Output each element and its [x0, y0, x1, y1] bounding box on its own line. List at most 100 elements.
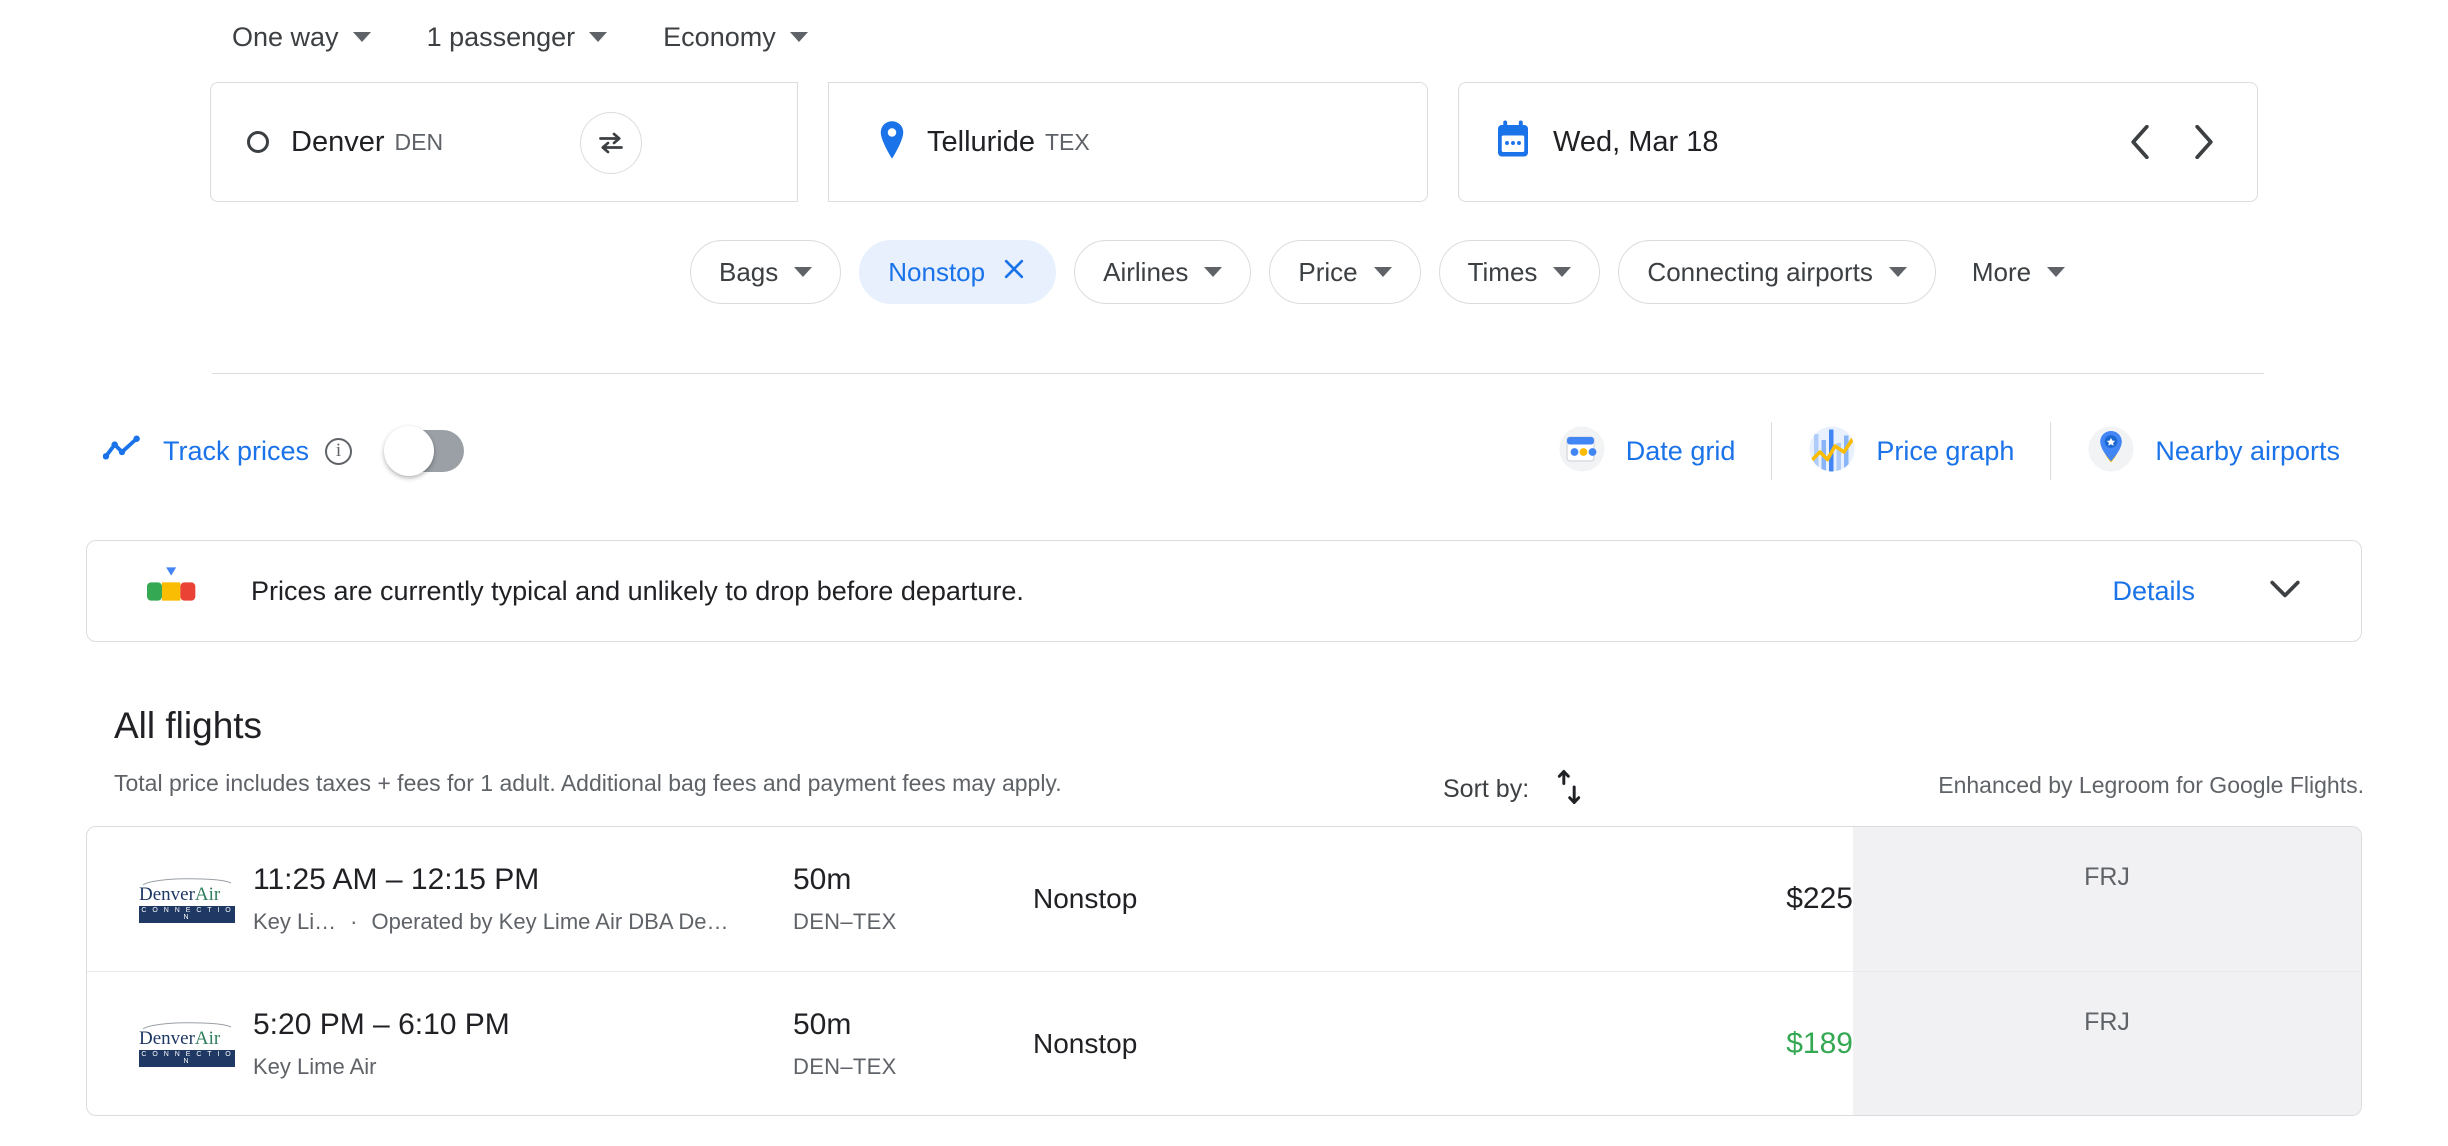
page-title: All flights	[114, 705, 263, 746]
status-badge: FRJ	[2084, 863, 2130, 891]
filter-chip-connecting-airports[interactable]: Connecting airports	[1618, 240, 1936, 304]
departure-date-input[interactable]: Wed, Mar 18	[1458, 82, 2258, 202]
airline-name: Key Lime Air	[253, 1053, 377, 1079]
flight-price: $189	[1786, 1026, 1853, 1060]
view-tools-group: Date grid Price graph Nearby airports	[1522, 406, 2376, 496]
flight-duration: 50m	[793, 863, 852, 896]
nearby-airports-button[interactable]: Nearby airports	[2051, 422, 2376, 480]
chip-label: Bags	[719, 256, 779, 287]
date-grid-label: Date grid	[1625, 435, 1736, 466]
separator-dot: ·	[350, 909, 358, 934]
track-prices-label[interactable]: Track prices	[163, 436, 309, 467]
flight-duration: 50m	[793, 1007, 852, 1041]
sort-by-button[interactable]: Sort by:	[1443, 768, 1583, 811]
toggle-knob	[384, 426, 435, 476]
flight-stops-cell: Nonstop	[1033, 1028, 1573, 1060]
nearby-airports-icon	[2087, 425, 2135, 478]
swap-arrows-icon	[599, 132, 623, 154]
tools-row: Track prices i Date grid Price graph Nea…	[0, 406, 2448, 496]
chevron-down-icon	[2269, 579, 2301, 604]
results-subtitle: Total price includes taxes + fees for 1 …	[114, 770, 1062, 796]
destination-code: TEX	[1045, 128, 1090, 155]
info-icon[interactable]: i	[325, 437, 353, 465]
logo-secondary: Air	[194, 1028, 221, 1049]
nearby-airports-label: Nearby airports	[2155, 435, 2340, 466]
legroom-badge-panel: FRJ	[1853, 827, 2361, 971]
chip-label: Airlines	[1103, 256, 1189, 287]
filter-chip-times[interactable]: Times	[1438, 240, 1601, 304]
search-fields-row: Denver DEN Telluride TEX Wed, Mar 18	[210, 82, 2258, 202]
chevron-down-icon	[589, 32, 608, 42]
flight-times: 5:20 PM – 6:10 PM	[253, 1007, 510, 1041]
cabin-class-label: Economy	[663, 21, 776, 52]
cabin-class-selector[interactable]: Economy	[663, 22, 808, 53]
chip-label: Connecting airports	[1647, 256, 1873, 287]
filter-chip-more[interactable]: More	[1954, 240, 2083, 304]
flight-stops-cell: Nonstop	[1033, 883, 1573, 915]
price-insight-banner[interactable]: Prices are currently typical and unlikel…	[86, 540, 2362, 642]
sort-arrows-icon	[1555, 768, 1583, 811]
chip-label: Times	[1467, 256, 1538, 287]
table-row[interactable]: DenverAir C O N N E C T I O N 11:25 AM –…	[87, 827, 2361, 971]
track-prices-toggle[interactable]	[384, 426, 465, 476]
trip-options-bar: One way 1 passenger Economy	[232, 10, 808, 64]
legroom-badge-panel: FRJ	[1853, 972, 2361, 1115]
flight-airline-line: Key Lime Air	[253, 1054, 793, 1080]
section-divider	[212, 373, 2264, 374]
swap-origin-destination-button[interactable]	[580, 112, 642, 174]
date-grid-icon	[1558, 425, 1606, 478]
chevron-down-icon	[1204, 267, 1223, 277]
destination-city: Telluride	[927, 125, 1035, 158]
enhanced-by-legroom-note: Enhanced by Legroom for Google Flights.	[1938, 772, 2364, 798]
chevron-left-icon[interactable]	[2117, 119, 2163, 165]
table-row[interactable]: DenverAir C O N N E C T I O N 5:20 PM – …	[87, 971, 2361, 1115]
chip-label: Price	[1298, 256, 1358, 287]
flight-route: DEN–TEX	[793, 909, 897, 934]
status-badge: FRJ	[2084, 1008, 2130, 1036]
chevron-right-icon[interactable]	[2181, 119, 2227, 165]
filter-chip-airlines[interactable]: Airlines	[1074, 240, 1252, 304]
logo-wordmark: DenverAir	[139, 1029, 235, 1048]
chip-label: More	[1971, 256, 2032, 287]
passengers-selector[interactable]: 1 passenger	[427, 22, 608, 53]
chevron-down-icon	[1888, 267, 1907, 277]
filter-chip-bags[interactable]: Bags	[690, 240, 842, 304]
denverair-connection-logo: DenverAir C O N N E C T I O N	[139, 876, 235, 923]
destination-input[interactable]: Telluride TEX	[828, 82, 1428, 202]
track-prices-group: Track prices i	[102, 406, 465, 496]
logo-primary: Denver	[139, 1028, 195, 1049]
denverair-connection-logo: DenverAir C O N N E C T I O N	[139, 1020, 235, 1067]
airline-logo: DenverAir C O N N E C T I O N	[121, 876, 253, 923]
filter-chip-price[interactable]: Price	[1269, 240, 1421, 304]
chevron-down-icon	[789, 32, 808, 42]
flight-times: 11:25 AM – 12:15 PM	[253, 863, 540, 896]
chip-label: Nonstop	[888, 256, 986, 287]
price-typical-gauge-icon	[143, 564, 201, 619]
chevron-down-icon	[1373, 267, 1392, 277]
airline-name: Key Li…	[253, 909, 337, 934]
filter-chip-nonstop[interactable]: Nonstop	[859, 240, 1057, 304]
chevron-down-icon	[352, 32, 371, 42]
close-icon[interactable]	[1001, 256, 1027, 289]
chevron-down-icon	[1553, 267, 1572, 277]
departure-date-value: Wed, Mar 18	[1553, 125, 1719, 158]
price-insight-details-button[interactable]: Details	[2112, 576, 2301, 607]
logo-wordmark: DenverAir	[139, 885, 235, 904]
date-grid-button[interactable]: Date grid	[1522, 422, 1772, 480]
trip-type-label: One way	[232, 21, 339, 52]
price-graph-button[interactable]: Price graph	[1772, 422, 2050, 480]
flight-duration-cell: 50m DEN–TEX	[793, 1008, 1033, 1080]
trip-type-selector[interactable]: One way	[232, 22, 371, 53]
google-flights-results-page: One way 1 passenger Economy Denver DEN T…	[0, 0, 2448, 1146]
logo-primary: Denver	[139, 883, 195, 905]
date-nav-buttons	[2117, 83, 2227, 201]
flight-results-list: DenverAir C O N N E C T I O N 11:25 AM –…	[86, 826, 2362, 1116]
info-glyph: i	[335, 440, 342, 461]
airline-logo: DenverAir C O N N E C T I O N	[121, 1020, 253, 1067]
flight-price-cell: $225	[1573, 882, 1853, 916]
origin-input[interactable]: Denver DEN	[210, 82, 798, 202]
flight-airline-line: Key Li… · Operated by Key Lime Air DBA D…	[253, 909, 793, 935]
price-insight-text: Prices are currently typical and unlikel…	[251, 575, 1024, 606]
trend-line-icon	[102, 435, 141, 468]
flight-stops: Nonstop	[1033, 883, 1138, 914]
